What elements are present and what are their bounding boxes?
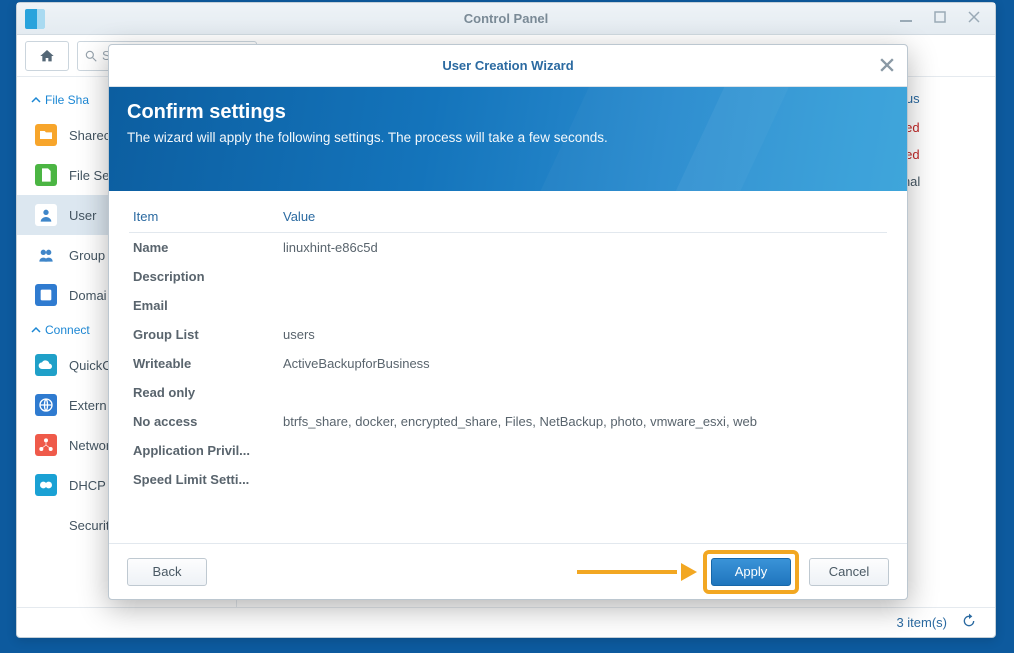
dhcp-icon [35, 474, 57, 496]
table-row: Application Privil... [129, 436, 887, 465]
modal-title: User Creation Wizard [442, 58, 573, 73]
cancel-button[interactable]: Cancel [809, 558, 889, 586]
row-value [283, 385, 883, 400]
minimize-button[interactable] [889, 3, 923, 31]
statusbar: 3 item(s) [17, 607, 995, 637]
table-row: No accessbtrfs_share, docker, encrypted_… [129, 407, 887, 436]
shield-icon [35, 514, 57, 536]
chevron-up-icon [31, 325, 41, 335]
table-row: Description [129, 262, 887, 291]
table-header: Item Value [129, 201, 887, 233]
modal-banner: Confirm settings The wizard will apply t… [109, 87, 907, 191]
row-item: Read only [133, 385, 283, 400]
window-title: Control Panel [17, 11, 995, 26]
table-row: Read only [129, 378, 887, 407]
table-row: Email [129, 291, 887, 320]
table-row: Speed Limit Setti... [129, 465, 887, 494]
row-value: btrfs_share, docker, encrypted_share, Fi… [283, 414, 883, 429]
shared-folder-icon [35, 124, 57, 146]
highlight-arrow [577, 567, 697, 577]
apply-button[interactable]: Apply [711, 558, 791, 586]
row-item: No access [133, 414, 283, 429]
close-button[interactable] [957, 3, 991, 31]
row-value [283, 298, 883, 313]
maximize-button[interactable] [923, 3, 957, 31]
cloud-icon [35, 354, 57, 376]
chevron-up-icon [31, 95, 41, 105]
modal-titlebar: User Creation Wizard [109, 45, 907, 87]
domain-icon [35, 284, 57, 306]
table-row: WriteableActiveBackupforBusiness [129, 349, 887, 378]
status-value: rmal [895, 168, 1014, 195]
modal-subtitle: The wizard will apply the following sett… [127, 130, 889, 145]
user-creation-wizard: User Creation Wizard Confirm settings Th… [108, 44, 908, 600]
row-item: Writeable [133, 356, 283, 371]
table-row: Namelinuxhint-e86c5d [129, 233, 887, 262]
row-item: Speed Limit Setti... [133, 472, 283, 487]
globe-icon [35, 394, 57, 416]
network-icon [35, 434, 57, 456]
row-value: users [283, 327, 883, 342]
row-value: ActiveBackupforBusiness [283, 356, 883, 371]
apply-highlight: Apply [703, 550, 799, 594]
column-header-status: atus [895, 83, 1014, 114]
modal-heading: Confirm settings [127, 101, 889, 124]
row-item: Description [133, 269, 283, 284]
file-services-icon [35, 164, 57, 186]
back-button[interactable]: Back [127, 558, 207, 586]
status-value: bled [895, 114, 1014, 141]
row-value [283, 472, 883, 487]
titlebar: Control Panel [17, 3, 995, 35]
item-count: 3 item(s) [896, 615, 947, 630]
row-value [283, 269, 883, 284]
row-item: Application Privil... [133, 443, 283, 458]
row-value [283, 443, 883, 458]
group-icon [35, 244, 57, 266]
status-value: bled [895, 141, 1014, 168]
column-value: Value [279, 201, 887, 232]
app-icon [25, 9, 45, 29]
home-button[interactable] [25, 41, 69, 71]
modal-close-button[interactable] [877, 55, 897, 75]
row-item: Email [133, 298, 283, 313]
row-item: Name [133, 240, 283, 255]
user-icon [35, 204, 57, 226]
row-item: Group List [133, 327, 283, 342]
refresh-button[interactable] [961, 613, 977, 632]
table-row: Group Listusers [129, 320, 887, 349]
settings-table: Item Value Namelinuxhint-e86c5dDescripti… [109, 191, 907, 543]
modal-footer: Back Apply Cancel [109, 543, 907, 599]
row-value: linuxhint-e86c5d [283, 240, 883, 255]
search-icon [84, 49, 98, 63]
column-item: Item [129, 201, 279, 232]
